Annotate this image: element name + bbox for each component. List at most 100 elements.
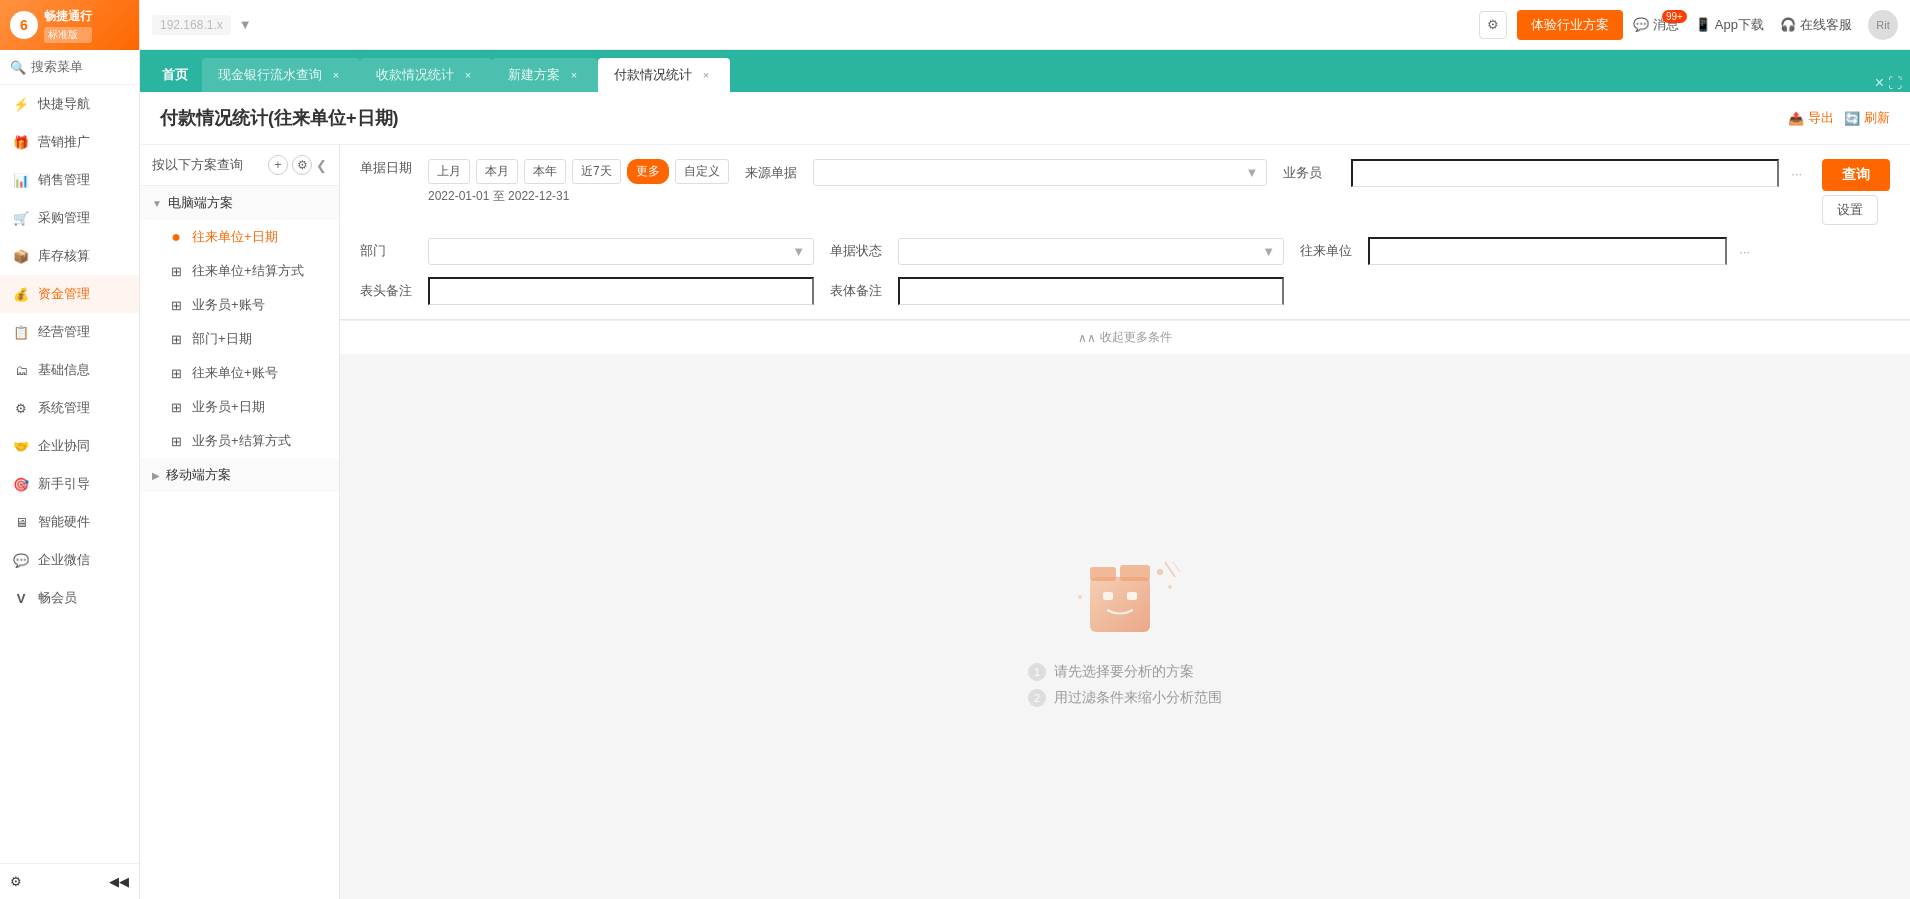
sidebar-item-purchase[interactable]: 🛒 采购管理 <box>0 199 139 237</box>
tab-fullscreen-icon[interactable]: ⛶ <box>1888 75 1902 91</box>
new-tab-close[interactable]: × <box>566 67 582 83</box>
body-note-input[interactable] <box>898 277 1284 305</box>
tab-payment[interactable]: 付款情况统计 × <box>598 58 730 92</box>
scheme-add-button[interactable]: + <box>268 155 288 175</box>
topbar-right: 💬 消息 99+ 📱 App下载 🎧 在线客服 Rit <box>1633 10 1898 40</box>
hardware-icon: 🖥 <box>12 513 30 531</box>
sidebar-item-label: 库存核算 <box>38 247 90 265</box>
receipt-tab-close[interactable]: × <box>460 67 476 83</box>
scheme-item-label: 部门+日期 <box>192 330 252 348</box>
sidebar-item-label: 采购管理 <box>38 209 90 227</box>
tip-2-number: 2 <box>1028 689 1046 707</box>
sidebar-item-label: 基础信息 <box>38 361 90 379</box>
tab-controls: × ⛶ <box>1875 74 1902 92</box>
counterpart-input[interactable] <box>1368 237 1727 265</box>
counterpart-more-icon[interactable]: ··· <box>1735 239 1754 264</box>
sidebar-item-sales[interactable]: 📊 销售管理 <box>0 161 139 199</box>
date-this-year[interactable]: 本年 <box>524 159 566 184</box>
sidebar-item-label: 经营管理 <box>38 323 90 341</box>
address-dropdown-icon[interactable]: ▼ <box>239 17 252 32</box>
sidebar-item-hardware[interactable]: 🖥 智能硬件 <box>0 503 139 541</box>
scheme-item-counterpart-account[interactable]: ⊞ 往来单位+账号 <box>140 356 339 390</box>
purchase-icon: 🛒 <box>12 209 30 227</box>
sidebar-item-label: 系统管理 <box>38 399 90 417</box>
desktop-section-header[interactable]: ▼ 电脑端方案 <box>140 186 339 220</box>
message-button[interactable]: 💬 消息 99+ <box>1633 16 1679 34</box>
sidebar-item-cooperation[interactable]: 🤝 企业协同 <box>0 427 139 465</box>
date-this-month[interactable]: 本月 <box>476 159 518 184</box>
header-note-label: 表头备注 <box>360 282 420 300</box>
sidebar-item-inventory[interactable]: 📦 库存核算 <box>0 237 139 275</box>
scheme-panel-title: 按以下方案查询 <box>152 156 262 174</box>
sidebar-item-label: 畅会员 <box>38 589 77 607</box>
export-button[interactable]: 📤 导出 <box>1788 109 1834 127</box>
refresh-button[interactable]: 🔄 刷新 <box>1844 109 1890 127</box>
tab-close-all-icon[interactable]: × <box>1875 74 1884 92</box>
search-icon: 🔍 <box>10 60 26 75</box>
scheme-panel-header: 按以下方案查询 + ⚙ ❮ <box>140 145 339 186</box>
scheme-item-dept-date[interactable]: ⊞ 部门+日期 <box>140 322 339 356</box>
source-select[interactable]: ▼ <box>813 159 1268 186</box>
staff-more-icon[interactable]: ··· <box>1787 161 1806 186</box>
date-range-display: 2022-01-01 至 2022-12-31 <box>428 188 729 205</box>
mobile-section-header[interactable]: ▶ 移动端方案 <box>140 458 339 492</box>
sidebar-item-weixin[interactable]: 💬 企业微信 <box>0 541 139 579</box>
search-menu[interactable]: 🔍 搜索菜单 <box>0 50 139 85</box>
bank-tab-close[interactable]: × <box>328 67 344 83</box>
dept-select[interactable]: ▼ <box>428 238 814 265</box>
payment-tab-label: 付款情况统计 <box>614 66 692 84</box>
sidebar-item-quick-nav[interactable]: ⚡ 快捷导航 <box>0 85 139 123</box>
sidebar-item-member[interactable]: V 畅会员 <box>0 579 139 617</box>
date-more[interactable]: 更多 <box>627 159 669 184</box>
date-last-month[interactable]: 上月 <box>428 159 470 184</box>
scheme-item-staff-account[interactable]: ⊞ 业务员+账号 <box>140 288 339 322</box>
scheme-panel: 按以下方案查询 + ⚙ ❮ ▼ 电脑端方案 ● 往来单位+日期 ⊞ <box>140 145 340 899</box>
address-text: 192.168.1.x <box>152 15 231 35</box>
cooperation-icon: 🤝 <box>12 437 30 455</box>
sidebar: 6 畅捷通行 标准版 🔍 搜索菜单 ⚡ 快捷导航 🎁 营销推广 📊 销售管理 🛒… <box>0 0 140 899</box>
tab-new[interactable]: 新建方案 × <box>492 58 598 92</box>
sidebar-item-operations[interactable]: 📋 经营管理 <box>0 313 139 351</box>
doc-status-select[interactable]: ▼ <box>898 238 1284 265</box>
system-icon: ⚙ <box>12 399 30 417</box>
scheme-item-staff-settle[interactable]: ⊞ 业务员+结算方式 <box>140 424 339 458</box>
scheme-item-icon-5: ⊞ <box>168 365 184 381</box>
payment-tab-close[interactable]: × <box>698 67 714 83</box>
sidebar-item-finance[interactable]: 💰 资金管理 <box>0 275 139 313</box>
source-dropdown-icon: ▼ <box>1245 165 1258 180</box>
sidebar-item-marketing[interactable]: 🎁 营销推广 <box>0 123 139 161</box>
online-service-button[interactable]: 🎧 在线客服 <box>1780 16 1852 34</box>
staff-input[interactable] <box>1351 159 1779 187</box>
guide-icon: 🎯 <box>12 475 30 493</box>
tab-home[interactable]: 首页 <box>148 58 202 92</box>
sidebar-item-guide[interactable]: 🎯 新手引导 <box>0 465 139 503</box>
scheme-settings-button[interactable]: ⚙ <box>292 155 312 175</box>
date-custom[interactable]: 自定义 <box>675 159 729 184</box>
sidebar-item-system[interactable]: ⚙ 系统管理 <box>0 389 139 427</box>
collapse-conditions-button[interactable]: ∧∧ 收起更多条件 <box>340 320 1910 354</box>
collapse-sidebar-icon[interactable]: ◀◀ <box>109 874 129 889</box>
tab-receipt[interactable]: 收款情况统计 × <box>360 58 492 92</box>
settings-icon[interactable]: ⚙ <box>10 874 22 889</box>
scheme-item-counterpart-date[interactable]: ● 往来单位+日期 <box>140 220 339 254</box>
sidebar-item-basics[interactable]: 🗂 基础信息 <box>0 351 139 389</box>
header-note-input[interactable] <box>428 277 814 305</box>
query-button[interactable]: 查询 <box>1822 159 1890 191</box>
date-last-7-days[interactable]: 近7天 <box>572 159 621 184</box>
scheme-item-counterpart-settle[interactable]: ⊞ 往来单位+结算方式 <box>140 254 339 288</box>
member-icon: V <box>12 589 30 607</box>
industry-button[interactable]: 体验行业方案 <box>1517 10 1623 40</box>
topbar-gear-button[interactable]: ⚙ <box>1479 11 1507 39</box>
bank-tab-label: 现金银行流水查询 <box>218 66 322 84</box>
tab-bank[interactable]: 现金银行流水查询 × <box>202 58 360 92</box>
message-icon: 💬 <box>1633 17 1649 32</box>
app-download-button[interactable]: 📱 App下载 <box>1695 16 1764 34</box>
filter-settings-button[interactable]: 设置 <box>1822 195 1878 225</box>
tip-1-number: 1 <box>1028 663 1046 681</box>
scheme-collapse-button[interactable]: ❮ <box>316 158 327 173</box>
scheme-item-staff-date[interactable]: ⊞ 业务员+日期 <box>140 390 339 424</box>
scheme-item-icon-7: ⊞ <box>168 433 184 449</box>
user-avatar[interactable]: Rit <box>1868 10 1898 40</box>
collapse-label: 收起更多条件 <box>1100 329 1172 346</box>
basics-icon: 🗂 <box>12 361 30 379</box>
